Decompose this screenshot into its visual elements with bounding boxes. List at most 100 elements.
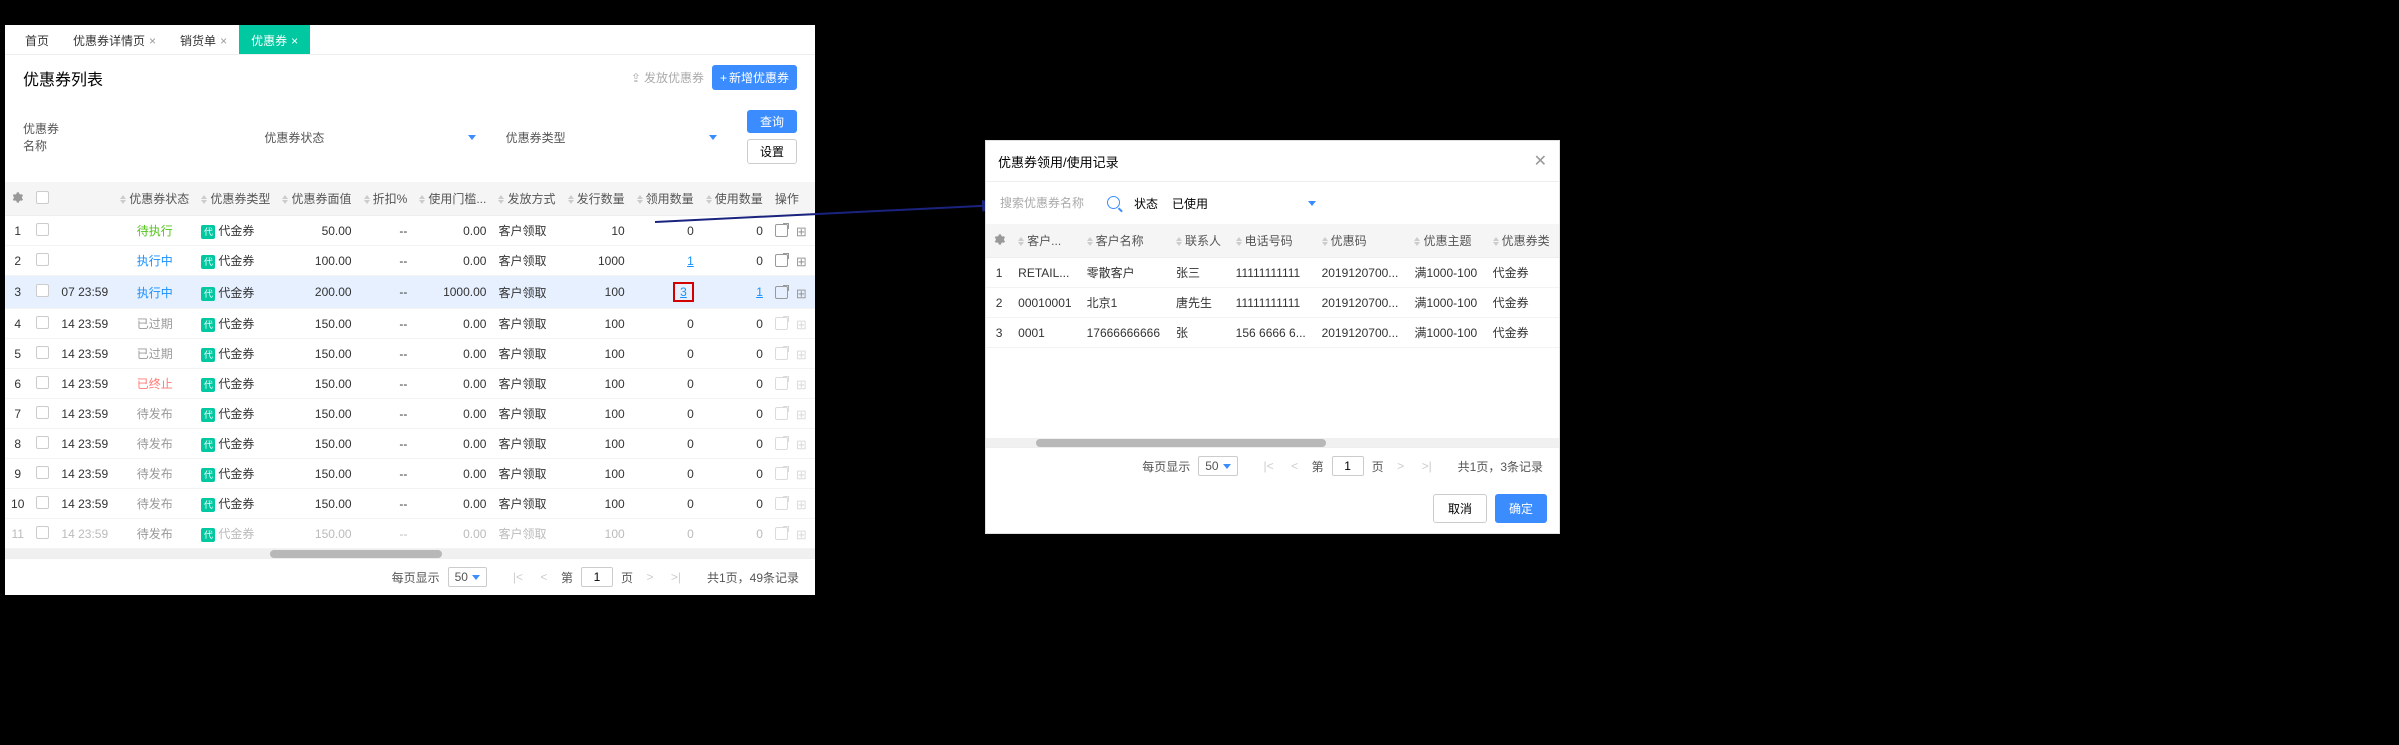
- status-filter-select[interactable]: 已使用: [1172, 195, 1316, 212]
- share-icon[interactable]: [775, 467, 788, 480]
- table-row[interactable]: 514 23:59已过期代代金券150.00--0.00客户领取10000: [5, 339, 815, 369]
- col-header[interactable]: 电话号码: [1230, 224, 1316, 258]
- qr-icon[interactable]: [796, 527, 809, 540]
- col-header[interactable]: 领用数量: [631, 182, 700, 216]
- share-icon[interactable]: [775, 347, 788, 360]
- table-row[interactable]: 914 23:59待发布代代金券150.00--0.00客户领取10000: [5, 459, 815, 489]
- table-row[interactable]: 814 23:59待发布代代金券150.00--0.00客户领取10000: [5, 429, 815, 459]
- tab-2[interactable]: 销货单: [168, 25, 239, 54]
- table-row[interactable]: 307 23:59执行中代代金券200.00--1000.00客户领取10031: [5, 276, 815, 309]
- claim-count-link[interactable]: 1: [687, 254, 694, 268]
- next-page-button[interactable]: >: [1392, 457, 1410, 475]
- last-page-button[interactable]: >|: [1418, 457, 1436, 475]
- col-header[interactable]: 客户名称: [1081, 224, 1170, 258]
- share-icon[interactable]: [775, 377, 788, 390]
- share-icon[interactable]: [775, 437, 788, 450]
- cancel-button[interactable]: 取消: [1433, 494, 1487, 523]
- share-icon[interactable]: [775, 286, 788, 299]
- qr-icon[interactable]: [796, 224, 809, 237]
- qr-icon[interactable]: [796, 497, 809, 510]
- col-gear[interactable]: [5, 182, 30, 216]
- col-header[interactable]: 使用数量: [700, 182, 769, 216]
- qr-icon[interactable]: [796, 437, 809, 450]
- qr-icon[interactable]: [796, 347, 809, 360]
- scrollbar-thumb[interactable]: [1036, 439, 1326, 447]
- row-checkbox[interactable]: [30, 459, 55, 489]
- table-row[interactable]: 1待执行代代金券50.00--0.00客户领取1000: [5, 216, 815, 246]
- row-checkbox[interactable]: [30, 429, 55, 459]
- first-page-button[interactable]: |<: [1260, 457, 1278, 475]
- table-row[interactable]: 1RETAIL...零散客户张三111111111112019120700...…: [986, 258, 1559, 288]
- settings-button[interactable]: 设置: [747, 139, 797, 164]
- col-header[interactable]: 发行数量: [562, 182, 631, 216]
- claim-count-link[interactable]: 3: [680, 285, 687, 299]
- scrollbar-thumb[interactable]: [270, 550, 442, 558]
- table-row[interactable]: 3000117666666666张156 6666 6...2019120700…: [986, 318, 1559, 348]
- share-icon[interactable]: [775, 224, 788, 237]
- add-coupon-button[interactable]: + 新增优惠券: [712, 65, 797, 90]
- prev-page-button[interactable]: <: [1286, 457, 1304, 475]
- table-row[interactable]: 714 23:59待发布代代金券150.00--0.00客户领取10000: [5, 399, 815, 429]
- share-icon[interactable]: [775, 497, 788, 510]
- col-header[interactable]: 优惠码: [1316, 224, 1409, 258]
- close-icon[interactable]: ✕: [1534, 151, 1547, 171]
- table-row[interactable]: 200010001北京1唐先生111111111112019120700...满…: [986, 288, 1559, 318]
- prev-page-button[interactable]: <: [535, 568, 553, 586]
- col-header[interactable]: 折扣%: [358, 182, 414, 216]
- table-row[interactable]: 1014 23:59待发布代代金券150.00--0.00客户领取10000: [5, 489, 815, 519]
- distribute-link[interactable]: ⇪ 发放优惠券: [631, 69, 704, 86]
- col-checkbox[interactable]: [30, 182, 55, 216]
- row-checkbox[interactable]: [30, 369, 55, 399]
- qr-icon[interactable]: [796, 407, 809, 420]
- row-checkbox[interactable]: [30, 519, 55, 549]
- last-page-button[interactable]: >|: [667, 568, 685, 586]
- qr-icon[interactable]: [796, 254, 809, 267]
- col-header[interactable]: 优惠券面值: [276, 182, 357, 216]
- qr-icon[interactable]: [796, 286, 809, 299]
- col-header[interactable]: 优惠券状态: [114, 182, 195, 216]
- row-checkbox[interactable]: [30, 246, 55, 276]
- row-checkbox[interactable]: [30, 216, 55, 246]
- qr-icon[interactable]: [796, 467, 809, 480]
- share-icon[interactable]: [775, 254, 788, 267]
- col-header[interactable]: 优惠主题: [1408, 224, 1486, 258]
- tab-3[interactable]: 优惠券: [239, 25, 310, 54]
- search-button[interactable]: 查询: [747, 110, 797, 133]
- ok-button[interactable]: 确定: [1495, 494, 1547, 523]
- col-header[interactable]: 客户...: [1012, 224, 1080, 258]
- row-checkbox[interactable]: [30, 399, 55, 429]
- search-input-wrapper[interactable]: 搜索优惠券名称: [1000, 192, 1120, 214]
- table-row[interactable]: 1114 23:59待发布代代金券150.00--0.00客户领取10000: [5, 519, 815, 549]
- filter-status-select[interactable]: [332, 135, 475, 140]
- col-header[interactable]: 操作: [769, 182, 815, 216]
- col-header[interactable]: 优惠券类型: [195, 182, 276, 216]
- qr-icon[interactable]: [796, 317, 809, 330]
- row-checkbox[interactable]: [30, 276, 55, 309]
- tab-1[interactable]: 优惠券详情页: [61, 25, 168, 54]
- share-icon[interactable]: [775, 527, 788, 540]
- row-checkbox[interactable]: [30, 489, 55, 519]
- table-row[interactable]: 614 23:59已终止代代金券150.00--0.00客户领取10000: [5, 369, 815, 399]
- per-page-select[interactable]: 50: [1198, 456, 1237, 476]
- qr-icon[interactable]: [796, 377, 809, 390]
- horizontal-scrollbar[interactable]: [986, 438, 1559, 448]
- horizontal-scrollbar[interactable]: [5, 549, 815, 559]
- row-checkbox[interactable]: [30, 309, 55, 339]
- use-count-link[interactable]: 1: [756, 285, 763, 299]
- share-icon[interactable]: [775, 407, 788, 420]
- col-header[interactable]: 优惠券类: [1487, 224, 1559, 258]
- col-header[interactable]: 联系人: [1170, 224, 1230, 258]
- table-row[interactable]: 414 23:59已过期代代金券150.00--0.00客户领取10000: [5, 309, 815, 339]
- col-header[interactable]: 发放方式: [492, 182, 561, 216]
- filter-type-select[interactable]: [574, 135, 717, 140]
- first-page-button[interactable]: |<: [509, 568, 527, 586]
- filter-name-input[interactable]: [67, 126, 234, 149]
- col-header[interactable]: 使用门槛...: [413, 182, 492, 216]
- next-page-button[interactable]: >: [641, 568, 659, 586]
- row-checkbox[interactable]: [30, 339, 55, 369]
- table-row[interactable]: 2执行中代代金券100.00--0.00客户领取100010: [5, 246, 815, 276]
- per-page-select[interactable]: 50: [448, 567, 487, 587]
- share-icon[interactable]: [775, 317, 788, 330]
- page-input[interactable]: [581, 567, 613, 587]
- tab-0[interactable]: 首页: [13, 25, 61, 54]
